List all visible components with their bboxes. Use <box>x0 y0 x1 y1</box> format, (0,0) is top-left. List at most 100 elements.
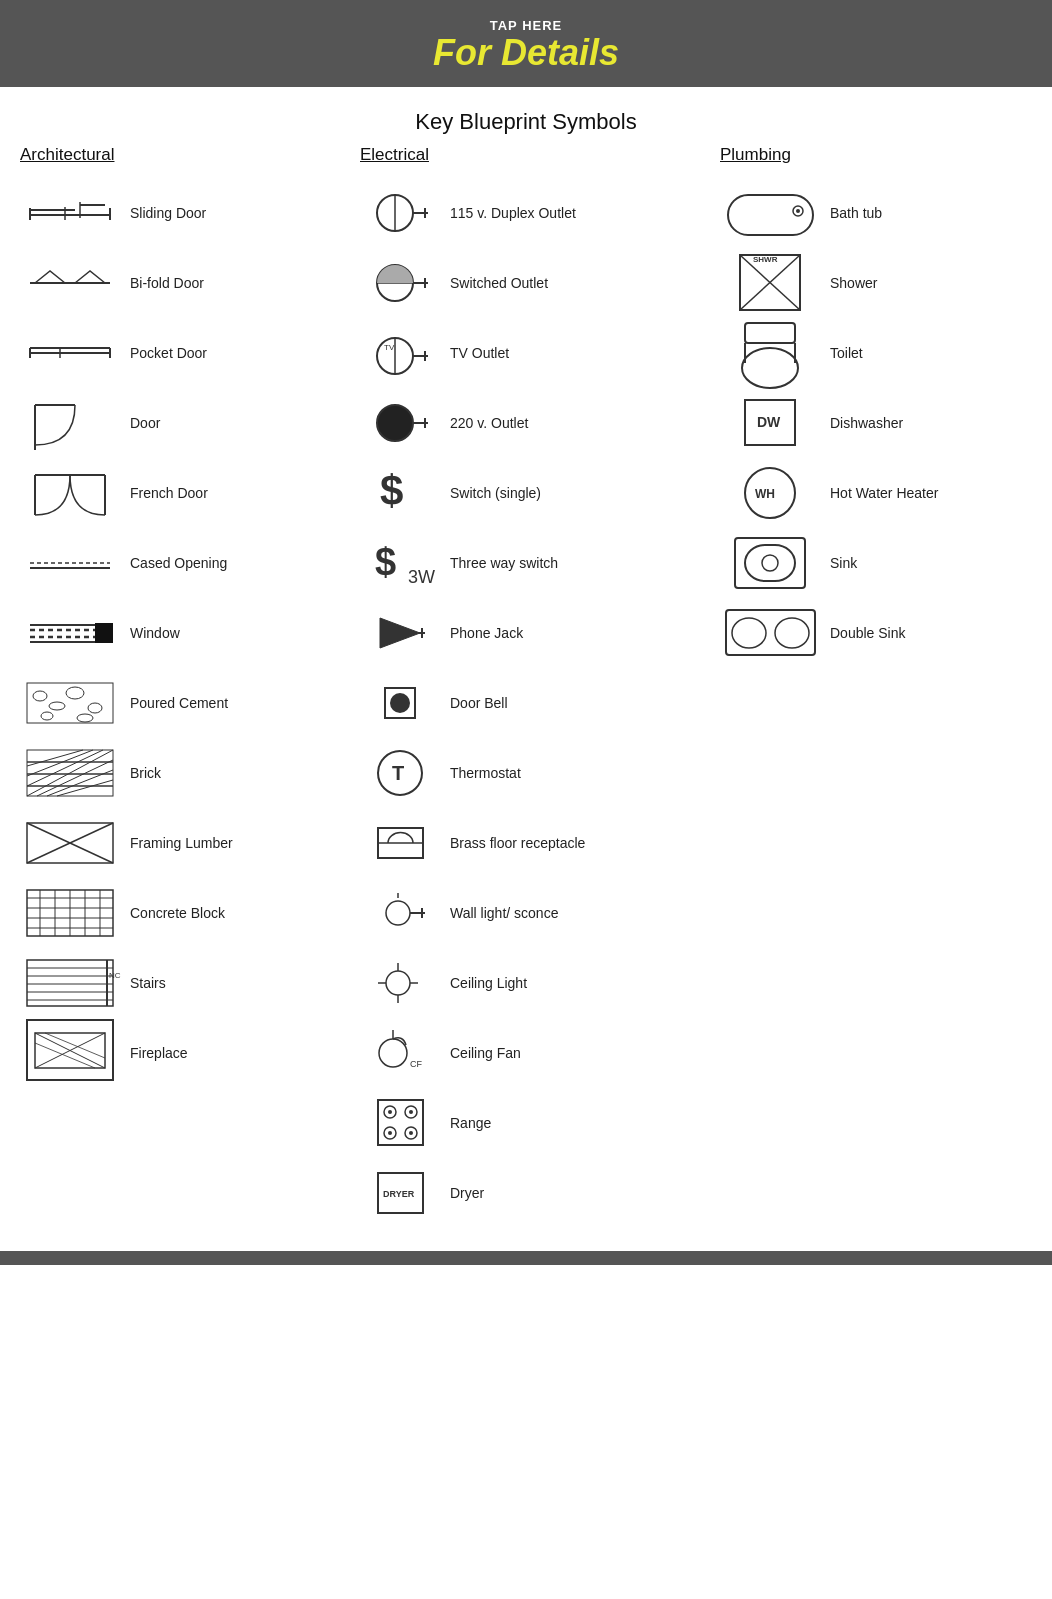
list-item: Window <box>20 601 360 665</box>
svg-rect-26 <box>27 683 113 723</box>
list-item: Concrete Block <box>20 881 360 945</box>
footer-bar <box>0 1251 1052 1265</box>
svg-rect-111 <box>378 1100 423 1145</box>
svg-rect-57 <box>27 960 113 1006</box>
list-item: Switched Outlet <box>360 251 720 315</box>
list-item: Ceiling Light <box>360 951 720 1015</box>
switched-outlet-label: Switched Outlet <box>440 275 548 291</box>
range-label: Range <box>440 1115 491 1131</box>
ceiling-fan-label: Ceiling Fan <box>440 1045 521 1061</box>
duplex-outlet-label: 115 v. Duplex Outlet <box>440 205 576 221</box>
plumbing-column: Plumbing Bath tub SHW <box>720 145 1032 1231</box>
list-item: Door <box>20 391 360 455</box>
thermostat-symbol: T <box>360 743 440 803</box>
dishwasher-label: Dishwasher <box>820 415 903 431</box>
thermostat-label: Thermostat <box>440 765 521 781</box>
list-item: Wall light/ sconce <box>360 881 720 945</box>
list-item: $ Switch (single) <box>360 461 720 525</box>
phone-jack-label: Phone Jack <box>440 625 523 641</box>
list-item: Sink <box>720 531 1032 595</box>
brass-floor-receptacle-label: Brass floor receptacle <box>440 835 585 851</box>
for-details-label: For Details <box>0 33 1052 73</box>
bifold-door-symbol <box>20 253 120 313</box>
sink-label: Sink <box>820 555 857 571</box>
svg-point-117 <box>409 1110 413 1114</box>
door-bell-label: Door Bell <box>440 695 508 711</box>
brass-floor-receptacle-symbol <box>360 813 440 873</box>
cased-opening-label: Cased Opening <box>120 554 227 572</box>
list-item: 220 v. Outlet <box>360 391 720 455</box>
svg-text:DW: DW <box>757 414 781 430</box>
double-sink-label: Double Sink <box>820 625 906 641</box>
framing-lumber-symbol <box>20 813 120 873</box>
bathtub-label: Bath tub <box>820 205 882 221</box>
window-label: Window <box>120 624 180 642</box>
door-bell-symbol <box>360 673 440 733</box>
list-item: Fireplace <box>20 1021 360 1085</box>
svg-rect-25 <box>95 623 113 643</box>
svg-point-29 <box>66 687 84 699</box>
pocket-door-label: Pocket Door <box>120 344 207 362</box>
door-symbol <box>20 393 120 453</box>
list-item: 115 v. Duplex Outlet <box>360 181 720 245</box>
svg-point-99 <box>386 901 410 925</box>
list-item: Poured Cement <box>20 671 360 735</box>
svg-point-124 <box>796 209 800 213</box>
duplex-outlet-symbol <box>360 183 440 243</box>
svg-point-103 <box>386 971 410 995</box>
svg-text:$: $ <box>375 541 396 583</box>
dishwasher-symbol: DW <box>720 393 820 453</box>
list-item: Range <box>360 1091 720 1155</box>
list-item: Bi-fold Door <box>20 251 360 315</box>
svg-text:3W: 3W <box>408 567 435 587</box>
svg-text:SHWR: SHWR <box>753 255 778 264</box>
list-item: Brass floor receptacle <box>360 811 720 875</box>
list-item: CF Ceiling Fan <box>360 1021 720 1085</box>
svg-text:T: T <box>392 762 404 784</box>
list-item: Cased Opening <box>20 531 360 595</box>
ceiling-light-symbol <box>360 953 440 1013</box>
bathtub-symbol <box>720 183 820 243</box>
sink-symbol <box>720 533 820 593</box>
svg-text:NC: NC <box>109 971 121 980</box>
toilet-symbol <box>720 323 820 383</box>
list-item: WH Hot Water Heater <box>720 461 1032 525</box>
svg-point-139 <box>762 555 778 571</box>
svg-point-94 <box>390 693 410 713</box>
220v-outlet-symbol <box>360 393 440 453</box>
svg-point-108 <box>379 1039 407 1067</box>
header[interactable]: TAP HERE For Details <box>0 0 1052 87</box>
shower-symbol: SHWR <box>720 253 820 313</box>
svg-point-142 <box>775 618 809 648</box>
list-item: Toilet <box>720 321 1032 385</box>
list-item: $ 3W Three way switch <box>360 531 720 595</box>
list-item: Double Sink <box>720 601 1032 665</box>
svg-point-84 <box>377 405 413 441</box>
phone-jack-symbol <box>360 603 440 663</box>
list-item: TV TV Outlet <box>360 321 720 385</box>
list-item: Sliding Door <box>20 181 360 245</box>
list-item: Bath tub <box>720 181 1032 245</box>
svg-text:WH: WH <box>755 487 775 501</box>
svg-point-28 <box>49 702 65 710</box>
fireplace-symbol <box>20 1023 120 1083</box>
svg-rect-138 <box>745 545 795 581</box>
architectural-column: Architectural Sliding Door <box>20 145 360 1231</box>
arch-col-header: Architectural <box>20 145 360 181</box>
list-item: NC Stairs <box>20 951 360 1015</box>
three-way-switch-symbol: $ 3W <box>360 533 440 593</box>
tv-outlet-label: TV Outlet <box>440 345 509 361</box>
french-door-symbol <box>20 463 120 523</box>
door-label: Door <box>120 414 160 432</box>
window-symbol <box>20 603 120 663</box>
poured-cement-label: Poured Cement <box>120 694 228 712</box>
list-item: DW Dishwasher <box>720 391 1032 455</box>
framing-lumber-label: Framing Lumber <box>120 834 233 852</box>
svg-rect-129 <box>745 323 795 343</box>
french-door-label: French Door <box>120 484 208 502</box>
hot-water-heater-label: Hot Water Heater <box>820 485 938 501</box>
range-symbol <box>360 1093 440 1153</box>
shower-label: Shower <box>820 275 877 291</box>
list-item: Brick <box>20 741 360 805</box>
svg-point-118 <box>388 1131 392 1135</box>
